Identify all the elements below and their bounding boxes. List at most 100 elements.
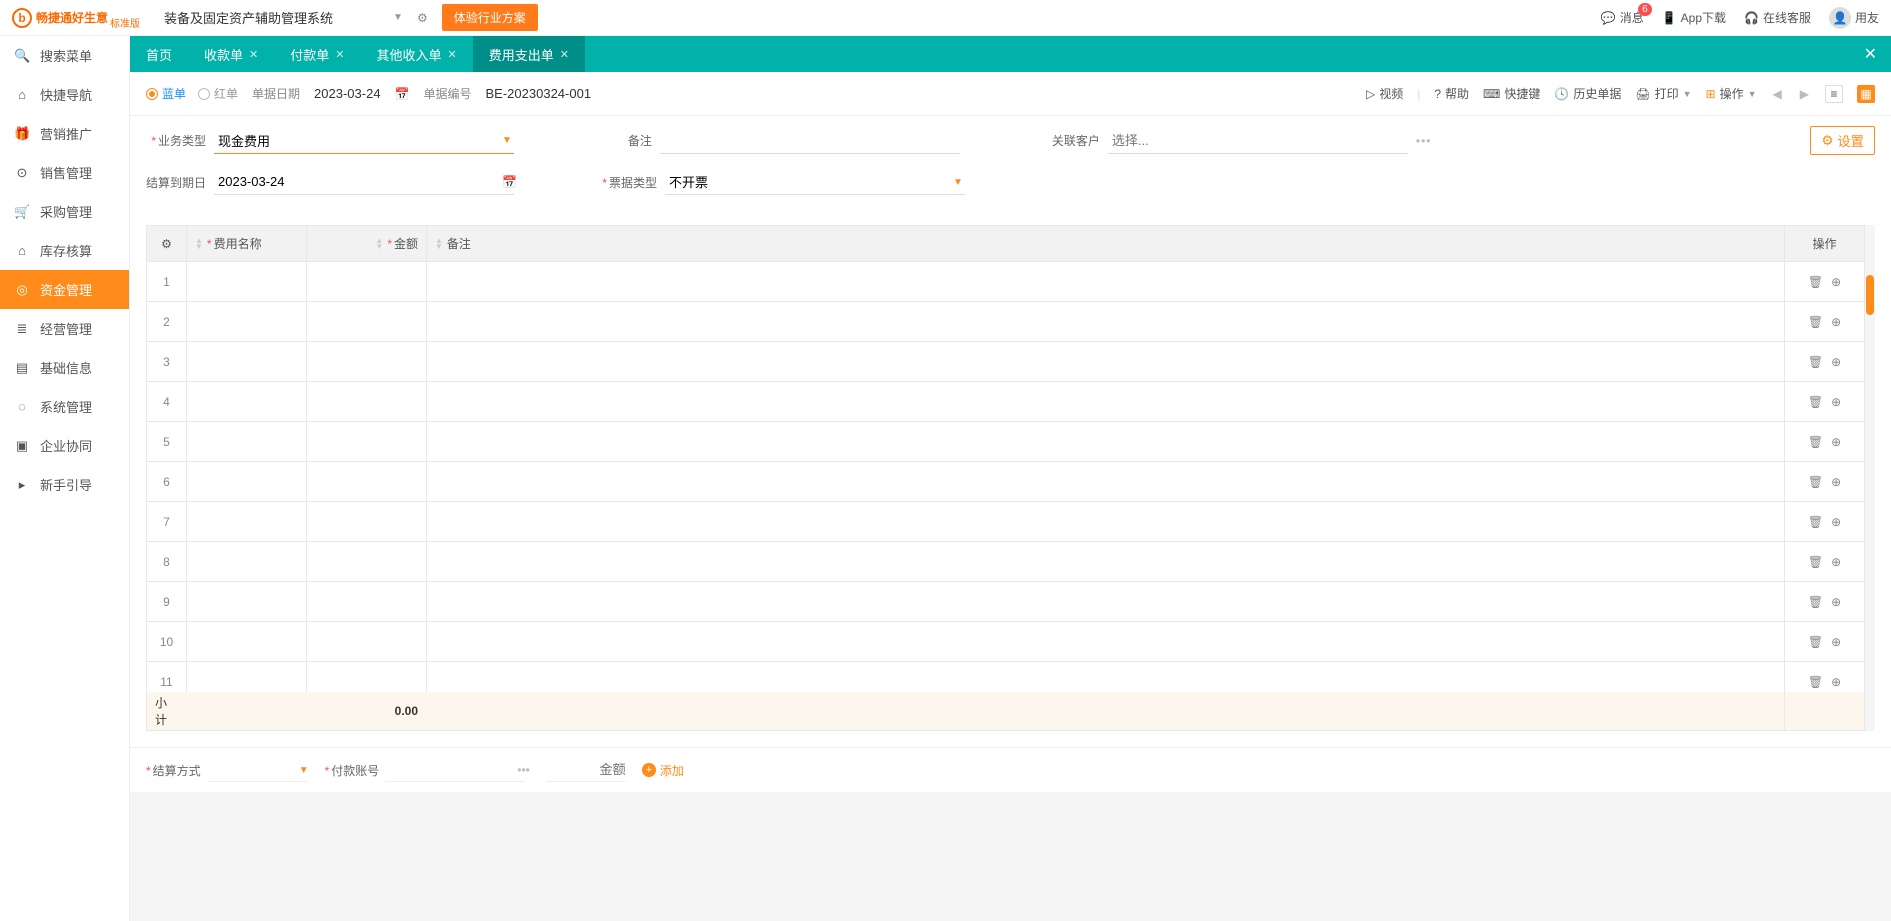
sidebar-item-marketing[interactable]: 🎁营销推广	[0, 114, 129, 153]
add-button[interactable]: + 添加	[642, 762, 684, 779]
remark-input[interactable]	[660, 128, 960, 154]
table-row[interactable]: 5	[147, 422, 1784, 462]
cell-remark[interactable]	[427, 582, 1784, 621]
print-button[interactable]: 🖨打印▼	[1635, 85, 1691, 102]
sidebar-item-quicknav[interactable]: ⌂快捷导航	[0, 75, 129, 114]
cell-name[interactable]	[187, 302, 307, 341]
ellipsis-icon[interactable]: •••	[517, 763, 530, 777]
cell-amount[interactable]	[307, 382, 427, 421]
cell-remark[interactable]	[427, 502, 1784, 541]
table-row[interactable]: 7	[147, 502, 1784, 542]
cell-amount[interactable]	[307, 422, 427, 461]
radio-red[interactable]: 红单	[198, 85, 238, 102]
view-list-icon[interactable]: ≡	[1825, 85, 1843, 103]
copy-icon[interactable]: ⊕	[1831, 355, 1841, 369]
table-row[interactable]: 6	[147, 462, 1784, 502]
copy-icon[interactable]: ⊕	[1831, 435, 1841, 449]
cell-amount[interactable]	[307, 582, 427, 621]
chevron-down-icon[interactable]: ▼	[299, 765, 309, 776]
close-icon[interactable]: ✕	[560, 48, 569, 61]
chevron-down-icon[interactable]: ▼	[502, 135, 512, 146]
calendar-icon[interactable]: 📅	[502, 175, 517, 189]
delete-icon[interactable]: 🗑	[1808, 595, 1823, 609]
delete-icon[interactable]: 🗑	[1808, 355, 1823, 369]
cell-amount[interactable]	[307, 262, 427, 301]
chevron-down-icon[interactable]: ▼	[953, 177, 963, 188]
app-download-link[interactable]: 📱 App下载	[1662, 9, 1726, 26]
copy-icon[interactable]: ⊕	[1831, 395, 1841, 409]
sidebar-item-search[interactable]: 🔍搜索菜单	[0, 36, 129, 75]
cell-name[interactable]	[187, 542, 307, 581]
sidebar-item-purchase[interactable]: 🛒采购管理	[0, 192, 129, 231]
table-row[interactable]: 8	[147, 542, 1784, 582]
cta-button[interactable]: 体验行业方案	[442, 4, 538, 31]
cell-name[interactable]	[187, 382, 307, 421]
scrollbar-thumb[interactable]	[1866, 275, 1874, 315]
ellipsis-icon[interactable]: •••	[1416, 134, 1432, 148]
delete-icon[interactable]: 🗑	[1808, 675, 1823, 689]
cell-remark[interactable]	[427, 662, 1784, 692]
cell-name[interactable]	[187, 662, 307, 692]
table-row[interactable]: 4	[147, 382, 1784, 422]
invoice-input[interactable]	[665, 169, 965, 195]
delete-icon[interactable]: 🗑	[1808, 275, 1823, 289]
messages-link[interactable]: 💬 消息 6	[1601, 9, 1644, 26]
view-detail-icon[interactable]: ▦	[1857, 85, 1875, 103]
table-row[interactable]: 11	[147, 662, 1784, 692]
cell-amount[interactable]	[307, 342, 427, 381]
sidebar-item-system[interactable]: ◌系统管理	[0, 387, 129, 426]
delete-icon[interactable]: 🗑	[1808, 395, 1823, 409]
delete-icon[interactable]: 🗑	[1808, 635, 1823, 649]
sidebar-item-sales[interactable]: ⊙销售管理	[0, 153, 129, 192]
cell-amount[interactable]	[307, 662, 427, 692]
cell-remark[interactable]	[427, 342, 1784, 381]
close-icon[interactable]: ✕	[448, 48, 457, 61]
ops-button[interactable]: ⊞操作▼	[1706, 85, 1757, 102]
copy-icon[interactable]: ⊕	[1831, 595, 1841, 609]
cell-name[interactable]	[187, 462, 307, 501]
history-link[interactable]: 🕓历史单据	[1554, 85, 1621, 102]
cell-remark[interactable]	[427, 622, 1784, 661]
video-link[interactable]: ▷视频	[1366, 85, 1403, 102]
system-dropdown-icon[interactable]: ▼	[393, 12, 403, 23]
grid-settings-button[interactable]: ⚙	[147, 226, 187, 261]
delete-icon[interactable]: 🗑	[1808, 515, 1823, 529]
gear-icon[interactable]: ⚙	[417, 11, 428, 25]
table-row[interactable]: 1	[147, 262, 1784, 302]
amount-input[interactable]	[546, 758, 626, 782]
copy-icon[interactable]: ⊕	[1831, 675, 1841, 689]
scrollbar[interactable]	[1865, 225, 1875, 731]
table-row[interactable]: 3	[147, 342, 1784, 382]
cell-name[interactable]	[187, 582, 307, 621]
copy-icon[interactable]: ⊕	[1831, 555, 1841, 569]
biztype-input[interactable]	[214, 128, 514, 154]
copy-icon[interactable]: ⊕	[1831, 475, 1841, 489]
col-expense-name[interactable]: ▲▼费用名称	[187, 226, 307, 261]
delete-icon[interactable]: 🗑	[1808, 315, 1823, 329]
settings-button[interactable]: ⚙设置	[1810, 126, 1875, 155]
cell-amount[interactable]	[307, 462, 427, 501]
cell-name[interactable]	[187, 622, 307, 661]
cell-name[interactable]	[187, 422, 307, 461]
cell-amount[interactable]	[307, 542, 427, 581]
cell-remark[interactable]	[427, 462, 1784, 501]
copy-icon[interactable]: ⊕	[1831, 635, 1841, 649]
table-row[interactable]: 2	[147, 302, 1784, 342]
sidebar-item-finance[interactable]: ◎资金管理	[0, 270, 129, 309]
cell-amount[interactable]	[307, 302, 427, 341]
calendar-icon[interactable]: 📅	[395, 87, 410, 101]
cell-remark[interactable]	[427, 542, 1784, 581]
cell-remark[interactable]	[427, 302, 1784, 341]
delete-icon[interactable]: 🗑	[1808, 555, 1823, 569]
copy-icon[interactable]: ⊕	[1831, 315, 1841, 329]
copy-icon[interactable]: ⊕	[1831, 515, 1841, 529]
close-icon[interactable]: ✕	[335, 48, 344, 61]
close-icon[interactable]: ✕	[249, 48, 258, 61]
due-input[interactable]	[214, 169, 514, 195]
delete-icon[interactable]: 🗑	[1808, 435, 1823, 449]
sidebar-item-collab[interactable]: ▣企业协同	[0, 426, 129, 465]
delete-icon[interactable]: 🗑	[1808, 475, 1823, 489]
cell-remark[interactable]	[427, 422, 1784, 461]
table-row[interactable]: 10	[147, 622, 1784, 662]
cell-name[interactable]	[187, 342, 307, 381]
